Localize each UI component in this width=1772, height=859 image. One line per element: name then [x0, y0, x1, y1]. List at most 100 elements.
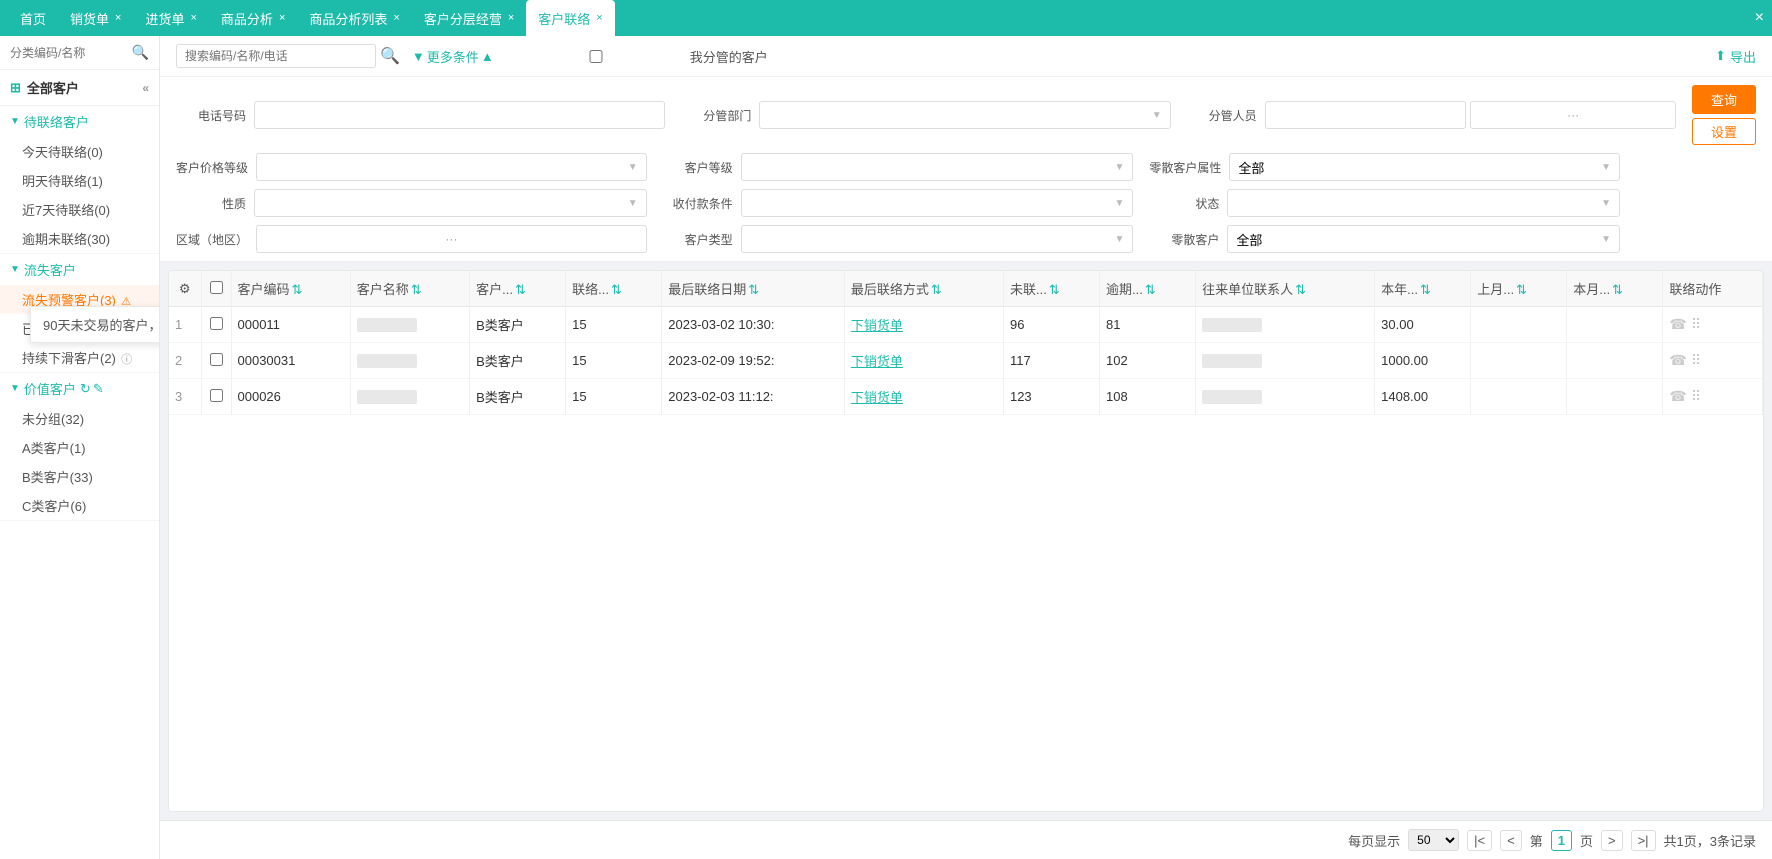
zero-customer-select[interactable]: 全部 ▼: [1227, 225, 1620, 253]
sidebar-item-today[interactable]: 今天待联络(0): [0, 137, 159, 166]
row-checkbox-2[interactable]: [201, 379, 231, 415]
more-action-icon-2[interactable]: ⠿: [1691, 388, 1701, 405]
tab-analysis[interactable]: 商品分析 ×: [209, 0, 297, 36]
sort-overdue-icon[interactable]: ⇅: [1145, 282, 1156, 297]
sort-liaison-icon[interactable]: ⇅: [1295, 282, 1306, 297]
row-method-0[interactable]: 下销货单: [844, 307, 1003, 343]
close-tab-analysis-list[interactable]: ×: [393, 12, 399, 24]
filter-phone: 电话号码: [176, 101, 665, 129]
sidebar-all-customers[interactable]: ⊞ 全部客户 «: [0, 70, 159, 106]
payment-select[interactable]: ▼: [741, 189, 1134, 217]
first-page-btn[interactable]: |<: [1467, 830, 1492, 851]
sort-lmonth-icon[interactable]: ⇅: [1516, 282, 1527, 297]
row-type-1: B类客户: [470, 343, 566, 379]
refresh-icon[interactable]: ↻: [80, 381, 91, 397]
nature-select[interactable]: ▼: [254, 189, 647, 217]
sidebar-item-c-class[interactable]: C类客户(6): [0, 491, 159, 520]
status-select[interactable]: ▼: [1227, 189, 1620, 217]
tab-customer-contact[interactable]: 客户联络 ×: [526, 0, 614, 36]
customer-type-arrow: ▼: [1114, 234, 1124, 245]
sort-code-icon[interactable]: ⇅: [292, 282, 303, 297]
collapse-sidebar-icon[interactable]: «: [142, 81, 149, 95]
contact-icon-2[interactable]: ☎: [1669, 388, 1686, 405]
contact-icon-0[interactable]: ☎: [1669, 316, 1686, 333]
close-tab-customer-contact[interactable]: ×: [596, 12, 602, 24]
sidebar-search-input[interactable]: [10, 46, 132, 60]
sort-date-icon[interactable]: ⇅: [748, 282, 759, 297]
close-tab-customer-mgmt[interactable]: ×: [508, 12, 514, 24]
row-method-2[interactable]: 下销货单: [844, 379, 1003, 415]
zero-attr-arrow: ▼: [1601, 162, 1611, 173]
dept-select[interactable]: ▼: [759, 101, 1170, 129]
th-checkbox[interactable]: [201, 271, 231, 307]
more-conditions-button[interactable]: ▼ 更多条件 ▲: [412, 47, 494, 66]
group-pending-title[interactable]: ▼ 待联络客户: [0, 106, 159, 137]
contact-icon-1[interactable]: ☎: [1669, 352, 1686, 369]
tab-customer-mgmt[interactable]: 客户分层经营 ×: [412, 0, 526, 36]
tab-analysis-list[interactable]: 商品分析列表 ×: [297, 0, 411, 36]
filter-action-btns: 查询 设置: [1692, 85, 1756, 145]
query-button[interactable]: 查询: [1692, 85, 1756, 114]
sidebar-item-declining[interactable]: 持续下滑客户(2) ⓘ: [0, 343, 159, 372]
tab-home[interactable]: 首页: [8, 0, 58, 36]
sidebar-item-a-class[interactable]: A类客户(1): [0, 433, 159, 462]
tab-sales[interactable]: 销货单 ×: [58, 0, 133, 36]
person-dots-btn[interactable]: ···: [1470, 101, 1676, 129]
th-contact: 联络...⇅: [566, 271, 662, 307]
row-name-2: [350, 379, 469, 415]
group-lost-title[interactable]: ▼ 流失客户: [0, 254, 159, 285]
customer-type-select[interactable]: ▼: [741, 225, 1134, 253]
sidebar-item-b-class[interactable]: B类客户(33): [0, 462, 159, 491]
region-dots-btn[interactable]: ···: [256, 225, 647, 253]
search-input[interactable]: [176, 44, 376, 68]
search-button[interactable]: 🔍: [380, 46, 400, 66]
tab-purchase[interactable]: 进货单 ×: [133, 0, 208, 36]
sort-method-icon[interactable]: ⇅: [931, 282, 942, 297]
edit-icon[interactable]: ✎: [93, 381, 104, 397]
export-button[interactable]: ⬆ 导出: [1715, 47, 1756, 66]
row-checkbox-1[interactable]: [201, 343, 231, 379]
sort-year-icon[interactable]: ⇅: [1420, 282, 1431, 297]
more-action-icon-1[interactable]: ⠿: [1691, 352, 1701, 369]
next-page-btn[interactable]: >: [1601, 830, 1623, 851]
th-settings[interactable]: ⚙: [169, 271, 201, 307]
row-checkbox-0[interactable]: [201, 307, 231, 343]
zero-attr-select[interactable]: 全部 ▼: [1229, 153, 1620, 181]
sort-name-icon[interactable]: ⇅: [411, 282, 422, 297]
sidebar-item-7days[interactable]: 近7天待联络(0): [0, 195, 159, 224]
sidebar-item-unclassified[interactable]: 未分组(32): [0, 404, 159, 433]
close-tab-analysis[interactable]: ×: [279, 12, 285, 24]
row-overdue-1: 102: [1100, 343, 1196, 379]
row-date-0: 2023-03-02 10:30:: [662, 307, 845, 343]
row-action-2: ☎ ⠿: [1663, 379, 1763, 415]
th-last-month: 上月...⇅: [1471, 271, 1567, 307]
last-page-btn[interactable]: >|: [1631, 830, 1656, 851]
row-method-1[interactable]: 下销货单: [844, 343, 1003, 379]
price-grade-select[interactable]: ▼: [256, 153, 647, 181]
sidebar-item-tomorrow[interactable]: 明天待联络(1): [0, 166, 159, 195]
sidebar: 🔍 ⊞ 全部客户 « ▼ 待联络客户 今天待联络(0) 明天待联络(1) 近7天…: [0, 36, 160, 859]
my-customers-checkbox[interactable]: [506, 50, 686, 63]
sort-unlink-icon[interactable]: ⇅: [1049, 282, 1060, 297]
sidebar-item-overdue[interactable]: 逾期未联络(30): [0, 224, 159, 253]
sort-type-icon[interactable]: ⇅: [515, 282, 526, 297]
settings-button[interactable]: 设置: [1692, 118, 1756, 145]
page-size-select[interactable]: 50 100 200: [1408, 829, 1459, 851]
filter-row-4: 区域（地区） ··· 客户类型 ▼ 零散客户 全部 ▼: [176, 225, 1756, 253]
prev-page-btn[interactable]: <: [1500, 830, 1522, 851]
close-all-tabs[interactable]: ×: [1755, 9, 1764, 27]
sort-tmonth-icon[interactable]: ⇅: [1612, 282, 1623, 297]
close-tab-sales[interactable]: ×: [115, 12, 121, 24]
customer-grade-select[interactable]: ▼: [741, 153, 1134, 181]
info-icon2: ⓘ: [121, 354, 132, 366]
more-action-icon-0[interactable]: ⠿: [1691, 316, 1701, 333]
phone-input[interactable]: [254, 101, 665, 129]
select-all-checkbox[interactable]: [210, 281, 223, 294]
close-tab-purchase[interactable]: ×: [190, 12, 196, 24]
arrow-icon: ▼: [10, 116, 20, 127]
person-select[interactable]: [1265, 101, 1467, 129]
my-customers-label[interactable]: 我分管的客户: [506, 47, 768, 66]
group-value-title[interactable]: ▼ 价值客户 ↻ ✎: [0, 373, 159, 404]
sort-contact-icon[interactable]: ⇅: [611, 282, 622, 297]
data-table-area: ⚙ 客户编码⇅ 客户名称⇅ 客户...⇅ 联络...⇅ 最后联络日期⇅ 最后联络…: [168, 270, 1764, 812]
